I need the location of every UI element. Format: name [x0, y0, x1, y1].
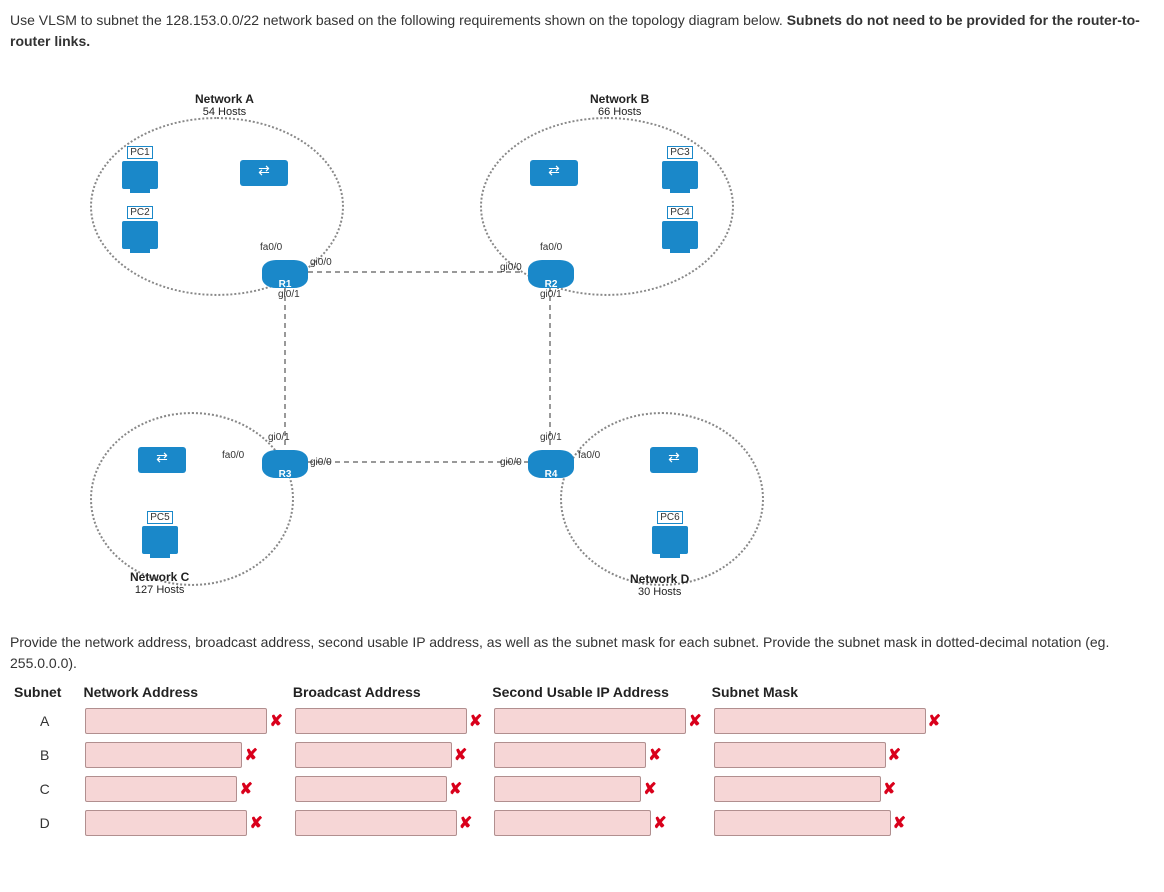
router-r2: R2 — [528, 260, 574, 288]
network-d-cloud — [560, 412, 764, 586]
row-A-label: A — [10, 704, 79, 738]
network-d-label: Network D 30 Hosts — [630, 572, 689, 598]
port-r2-fa00: fa0/0 — [540, 242, 562, 253]
port-r3-fa00: fa0/0 — [222, 450, 244, 461]
switch-a — [240, 160, 288, 186]
answer-instructions: Provide the network address, broadcast a… — [10, 632, 1154, 674]
pc3: PC3 — [660, 142, 700, 189]
pc4: PC4 — [660, 202, 700, 249]
network-c-cloud — [90, 412, 294, 586]
network-c-title: Network C — [130, 570, 189, 584]
instructions-text: Use VLSM to subnet the 128.153.0.0/22 ne… — [10, 12, 787, 28]
switch-d — [650, 447, 698, 473]
wrong-icon: ✘ — [888, 747, 901, 764]
wrong-icon: ✘ — [269, 713, 282, 730]
input-A-broadcast[interactable] — [295, 708, 467, 734]
row-B-label: B — [10, 738, 79, 772]
pc1: PC1 — [120, 142, 160, 189]
input-C-mask[interactable] — [714, 776, 881, 802]
wrong-icon: ✘ — [928, 713, 941, 730]
port-r4-gi01: gi0/1 — [540, 432, 562, 443]
table-row: B ✘ ✘ ✘ ✘ — [10, 738, 947, 772]
network-a-hosts: 54 Hosts — [195, 106, 254, 118]
router-r1: R1 — [262, 260, 308, 288]
network-a-label: Network A 54 Hosts — [195, 92, 254, 118]
router-r3: R3 — [262, 450, 308, 478]
wrong-icon: ✘ — [244, 747, 257, 764]
network-b-title: Network B — [590, 92, 649, 106]
port-r3-gi00: gi0/0 — [310, 457, 332, 468]
input-A-second[interactable] — [494, 708, 686, 734]
network-d-title: Network D — [630, 572, 689, 586]
table-row: C ✘ ✘ ✘ ✘ — [10, 772, 947, 806]
header-subnet: Subnet — [10, 680, 79, 704]
header-mask: Subnet Mask — [708, 680, 947, 704]
wrong-icon: ✘ — [239, 781, 252, 798]
header-second: Second Usable IP Address — [488, 680, 707, 704]
answer-table: Subnet Network Address Broadcast Address… — [10, 680, 947, 840]
port-r4-fa00: fa0/0 — [578, 450, 600, 461]
row-D-label: D — [10, 806, 79, 840]
topology-diagram: Network A 54 Hosts PC1 PC2 Network B 66 … — [50, 62, 810, 622]
network-b-label: Network B 66 Hosts — [590, 92, 649, 118]
input-D-broadcast[interactable] — [295, 810, 457, 836]
network-c-hosts: 127 Hosts — [130, 584, 189, 596]
port-r1-gi01: gi0/1 — [278, 289, 300, 300]
port-r4-gi00: gi0/0 — [500, 457, 522, 468]
wrong-icon: ✘ — [449, 781, 462, 798]
wrong-icon: ✘ — [454, 747, 467, 764]
pc2: PC2 — [120, 202, 160, 249]
wrong-icon: ✘ — [893, 815, 906, 832]
switch-b — [530, 160, 578, 186]
input-A-mask[interactable] — [714, 708, 926, 734]
port-r1-fa00: fa0/0 — [260, 242, 282, 253]
wrong-icon: ✘ — [643, 781, 656, 798]
table-row: A ✘ ✘ ✘ ✘ — [10, 704, 947, 738]
network-b-hosts: 66 Hosts — [590, 106, 649, 118]
input-C-network[interactable] — [85, 776, 237, 802]
wrong-icon: ✘ — [883, 781, 896, 798]
port-r2-gi01: gi0/1 — [540, 289, 562, 300]
header-broadcast: Broadcast Address — [289, 680, 488, 704]
switch-c — [138, 447, 186, 473]
port-r3-gi01: gi0/1 — [268, 432, 290, 443]
network-a-title: Network A — [195, 92, 254, 106]
router-r4: R4 — [528, 450, 574, 478]
question-instructions: Use VLSM to subnet the 128.153.0.0/22 ne… — [10, 10, 1154, 52]
input-D-second[interactable] — [494, 810, 651, 836]
input-D-mask[interactable] — [714, 810, 891, 836]
wrong-icon: ✘ — [249, 815, 262, 832]
wrong-icon: ✘ — [648, 747, 661, 764]
input-B-network[interactable] — [85, 742, 242, 768]
wrong-icon: ✘ — [469, 713, 482, 730]
pc6: PC6 — [650, 507, 690, 554]
wrong-icon: ✘ — [653, 815, 666, 832]
input-A-network[interactable] — [85, 708, 267, 734]
input-C-second[interactable] — [494, 776, 641, 802]
wrong-icon: ✘ — [688, 713, 701, 730]
pc5: PC5 — [140, 507, 180, 554]
port-r1-gi00: gi0/0 — [310, 257, 332, 268]
table-header: Subnet Network Address Broadcast Address… — [10, 680, 947, 704]
input-C-broadcast[interactable] — [295, 776, 447, 802]
header-network: Network Address — [79, 680, 288, 704]
port-r2-gi00: gi0/0 — [500, 262, 522, 273]
wrong-icon: ✘ — [459, 815, 472, 832]
input-B-broadcast[interactable] — [295, 742, 452, 768]
row-C-label: C — [10, 772, 79, 806]
input-D-network[interactable] — [85, 810, 247, 836]
network-d-hosts: 30 Hosts — [630, 586, 689, 598]
input-B-second[interactable] — [494, 742, 646, 768]
network-c-label: Network C 127 Hosts — [130, 570, 189, 596]
table-row: D ✘ ✘ ✘ ✘ — [10, 806, 947, 840]
input-B-mask[interactable] — [714, 742, 886, 768]
